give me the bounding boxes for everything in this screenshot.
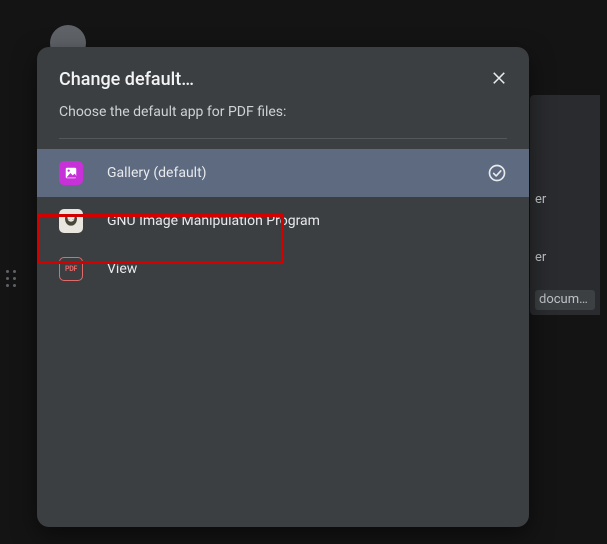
dialog-title: Change default… — [59, 69, 439, 90]
dialog-header: Change default… — [37, 47, 529, 90]
app-option-gallery[interactable]: Gallery (default) — [37, 149, 529, 197]
app-option-gimp[interactable]: GNU Image Manipulation Program — [37, 197, 529, 245]
gallery-icon — [59, 161, 83, 185]
close-button[interactable] — [483, 61, 515, 93]
background-text-3: docum… — [535, 290, 595, 310]
app-option-view[interactable]: PDF View — [37, 245, 529, 293]
dialog-subtitle: Choose the default app for PDF files: — [37, 90, 529, 138]
app-option-label: GNU Image Manipulation Program — [107, 213, 507, 229]
background-text-1: er — [535, 192, 600, 212]
app-list: Gallery (default) GNU Image Manipulation… — [37, 139, 529, 293]
gimp-icon — [59, 209, 83, 233]
pdf-icon: PDF — [59, 257, 83, 281]
app-option-label: View — [107, 261, 507, 277]
change-default-dialog: Change default… Choose the default app f… — [37, 47, 529, 527]
pdf-badge-text: PDF — [65, 265, 77, 273]
drag-handle-icon[interactable] — [6, 270, 16, 288]
background-text-2: er — [535, 250, 600, 270]
app-option-label: Gallery (default) — [107, 165, 487, 181]
close-icon — [490, 68, 508, 86]
selected-check-icon — [487, 163, 507, 183]
